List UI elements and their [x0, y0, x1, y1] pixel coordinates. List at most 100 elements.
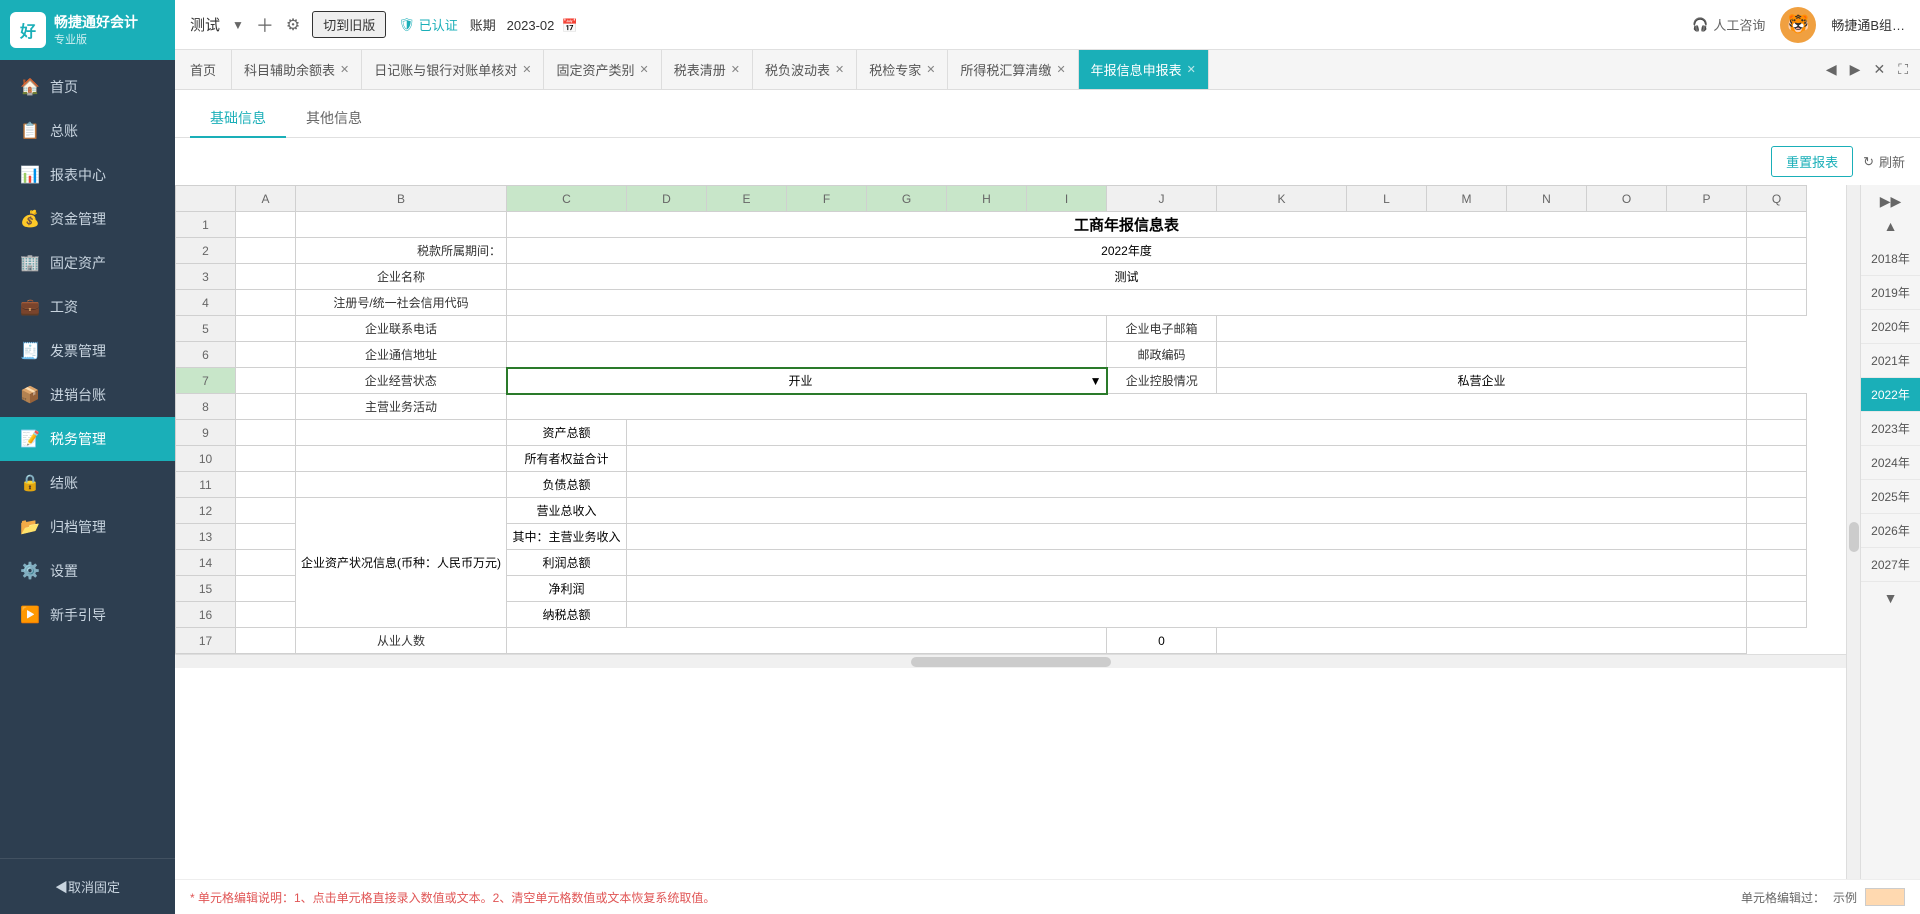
sidebar-item-fund[interactable]: 💰 资金管理 — [0, 197, 175, 241]
sub-tab-other[interactable]: 其他信息 — [286, 100, 382, 138]
consult-button[interactable]: 🎧 人工咨询 — [1692, 15, 1765, 34]
shield-icon: 🛡 — [398, 17, 415, 33]
sidebar-item-guide[interactable]: ▶️ 新手引导 — [0, 593, 175, 637]
v-scroll-thumb[interactable] — [1849, 522, 1859, 552]
tab-close-taxwave[interactable]: ✕ — [835, 63, 844, 76]
tab-aux[interactable]: 科目辅助余额表 ✕ — [232, 50, 362, 90]
col-header-f: F — [787, 186, 867, 212]
cell-2c[interactable]: 2022年度 — [507, 238, 1747, 264]
tabs-expand-button[interactable]: ⛶ — [1894, 59, 1912, 80]
sidebar-item-invoice[interactable]: 🧾 发票管理 — [0, 329, 175, 373]
footer-note-text: * 单元格编辑说明：1、点击单元格直接录入数值或文本。2、清空单元格数值或文本恢… — [190, 889, 715, 906]
sidebar-item-settings[interactable]: ⚙️ 设置 — [0, 549, 175, 593]
tab-taxwave[interactable]: 税负波动表 ✕ — [753, 50, 857, 90]
tabs-next-button[interactable]: ▶ — [1846, 59, 1865, 80]
tab-close-income-tax[interactable]: ✕ — [1056, 63, 1065, 76]
cell-17k[interactable] — [1217, 628, 1747, 654]
tab-journal[interactable]: 日记账与银行对账单核对 ✕ — [362, 50, 544, 90]
tab-close-asset[interactable]: ✕ — [640, 63, 649, 76]
col-header-g: G — [867, 186, 947, 212]
cell-12d[interactable] — [627, 498, 1747, 524]
horizontal-scrollbar[interactable] — [175, 654, 1846, 668]
year-item-2018[interactable]: 2018年 — [1861, 242, 1920, 276]
cell-7c-dropdown[interactable]: 开业 ▼ — [507, 368, 1107, 394]
cell-17c[interactable] — [507, 628, 1107, 654]
year-item-2020[interactable]: 2020年 — [1861, 310, 1920, 344]
tab-close-journal[interactable]: ✕ — [522, 63, 531, 76]
cell-13d[interactable] — [627, 524, 1747, 550]
cell-17j[interactable]: 0 — [1107, 628, 1217, 654]
tab-close-annual-report[interactable]: ✕ — [1187, 63, 1196, 76]
tab-income-tax[interactable]: 所得税汇算清缴 ✕ — [948, 50, 1078, 90]
sidebar-item-ledger[interactable]: 📋 总账 — [0, 109, 175, 153]
cell-2b: 税款所属期间： — [296, 238, 507, 264]
table-row: 4 注册号/统一社会信用代码 — [176, 290, 1807, 316]
cell-7b: 企业经营状态 — [296, 368, 507, 394]
tab-close-taxcheck[interactable]: ✕ — [926, 63, 935, 76]
year-item-2022[interactable]: 2022年 — [1861, 378, 1920, 412]
sidebar-item-salary[interactable]: 💼 工资 — [0, 285, 175, 329]
year-collapse-button[interactable]: ▶▶ — [1877, 190, 1905, 213]
cell-11d[interactable] — [627, 472, 1747, 498]
sidebar-item-stock[interactable]: 📦 进销台账 — [0, 373, 175, 417]
year-item-2021[interactable]: 2021年 — [1861, 344, 1920, 378]
refresh-button[interactable]: ↻ 刷新 — [1863, 152, 1905, 171]
cell-8c[interactable] — [507, 394, 1747, 420]
cell-4c[interactable] — [507, 290, 1747, 316]
h-scroll-thumb[interactable] — [911, 657, 1111, 667]
sidebar-item-tax[interactable]: 📝 税务管理 — [0, 417, 175, 461]
table-row: 17 从业人数 0 — [176, 628, 1807, 654]
year-item-2019[interactable]: 2019年 — [1861, 276, 1920, 310]
cell-5k[interactable] — [1217, 316, 1747, 342]
tabs-prev-button[interactable]: ◀ — [1822, 59, 1841, 80]
tabs-close-all-button[interactable]: ✕ — [1869, 59, 1889, 80]
tab-taxcheck[interactable]: 税检专家 ✕ — [857, 50, 948, 90]
col-header-i: I — [1027, 186, 1107, 212]
cell-16d[interactable] — [627, 602, 1747, 628]
tab-annual-report[interactable]: 年报信息申报表 ✕ — [1079, 50, 1209, 90]
cell-14d[interactable] — [627, 550, 1747, 576]
year-scroll-up-button[interactable]: ▲ — [1881, 215, 1901, 237]
sidebar-item-home[interactable]: 🏠 首页 — [0, 65, 175, 109]
year-scroll-down-button[interactable]: ▼ — [1881, 587, 1901, 609]
year-item-2025[interactable]: 2025年 — [1861, 480, 1920, 514]
tab-close-aux[interactable]: ✕ — [340, 63, 349, 76]
cell-10d[interactable] — [627, 446, 1747, 472]
col-header-h: H — [947, 186, 1027, 212]
reset-report-button[interactable]: 重置报表 — [1771, 146, 1853, 177]
tab-home[interactable]: 首页 — [175, 50, 232, 90]
cell-7k[interactable]: 私营企业 — [1217, 368, 1747, 394]
tab-asset-type[interactable]: 固定资产类别 ✕ — [544, 50, 661, 90]
sidebar-item-asset[interactable]: 🏢 固定资产 — [0, 241, 175, 285]
cell-6k[interactable] — [1217, 342, 1747, 368]
vertical-scrollbar[interactable] — [1846, 185, 1860, 879]
spreadsheet-wrapper[interactable]: A B C D E F G H I J K L M N O — [175, 185, 1846, 879]
cell-9d[interactable] — [627, 420, 1747, 446]
old-version-button[interactable]: 切到旧版 — [312, 11, 386, 38]
spreadsheet-container: A B C D E F G H I J K L M N O — [175, 185, 1920, 879]
year-item-2026[interactable]: 2026年 — [1861, 514, 1920, 548]
sidebar-item-close[interactable]: 🔒 结账 — [0, 461, 175, 505]
cancel-fixed-button[interactable]: ◀取消固定 — [10, 869, 165, 904]
table-row: 3 企业名称 测试 — [176, 264, 1807, 290]
table-row: 2 税款所属期间： 2022年度 — [176, 238, 1807, 264]
sub-tab-basic[interactable]: 基础信息 — [190, 100, 286, 138]
col-header-row — [176, 186, 236, 212]
year-item-2024[interactable]: 2024年 — [1861, 446, 1920, 480]
year-item-2027[interactable]: 2027年 — [1861, 548, 1920, 582]
sidebar-item-report[interactable]: 📊 报表中心 — [0, 153, 175, 197]
cell-5c[interactable] — [507, 316, 1107, 342]
tab-taxsheet[interactable]: 税表清册 ✕ — [662, 50, 753, 90]
year-item-2023[interactable]: 2023年 — [1861, 412, 1920, 446]
header-settings-icon[interactable]: ⚙ — [286, 15, 300, 35]
cell-6c[interactable] — [507, 342, 1107, 368]
header-add-button[interactable]: ＋ — [256, 12, 274, 38]
tabs-bar: 首页 科目辅助余额表 ✕ 日记账与银行对账单核对 ✕ 固定资产类别 ✕ 税表清册… — [175, 50, 1920, 90]
header-dropdown-arrow[interactable]: ▼ — [232, 18, 244, 32]
cell-3c[interactable]: 测试 — [507, 264, 1747, 290]
sidebar-item-archive[interactable]: 📂 归档管理 — [0, 505, 175, 549]
row-num-17: 17 — [176, 628, 236, 654]
footer-example-label: 示例 — [1833, 889, 1857, 906]
tab-close-taxsheet[interactable]: ✕ — [731, 63, 740, 76]
cell-15d[interactable] — [627, 576, 1747, 602]
